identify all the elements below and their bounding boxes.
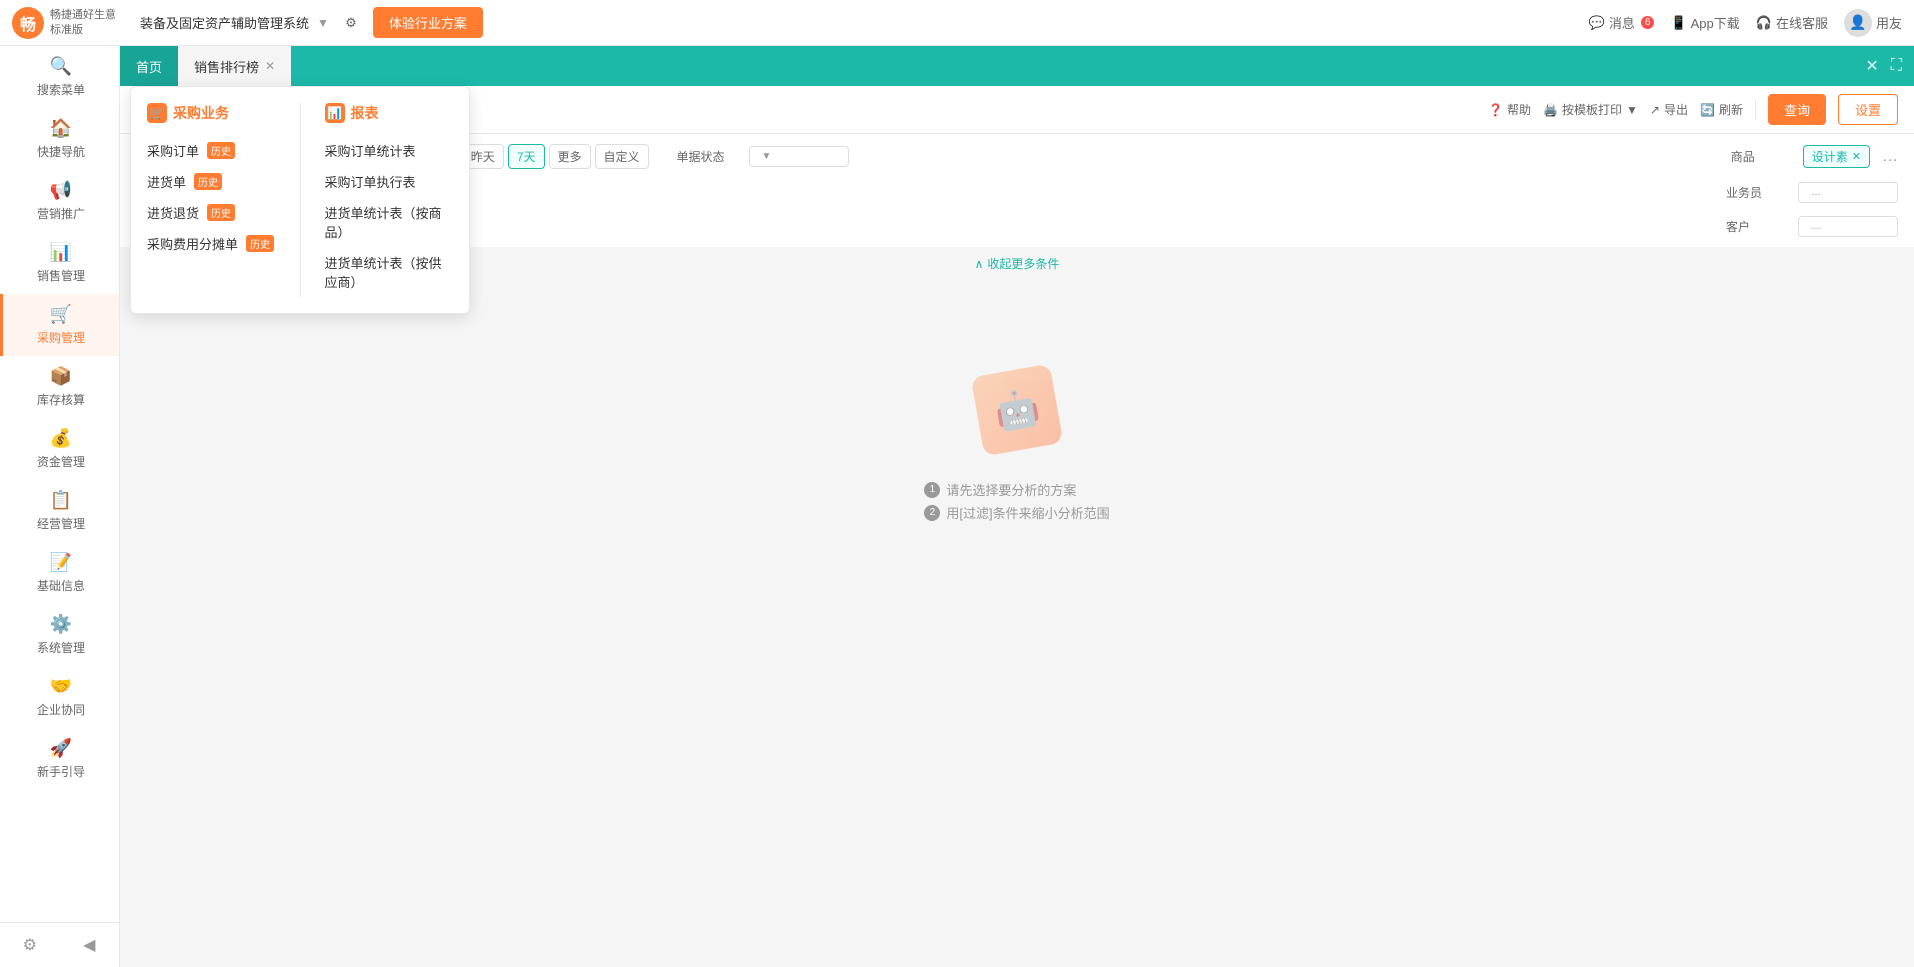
message-badge: 6	[1641, 16, 1655, 29]
history-badge-2: 历史	[194, 173, 222, 190]
tab-bar: 首页 销售排行榜 ✕ ✕ ⛶	[120, 46, 1914, 86]
sidebar-bottom: ⚙ ◀	[0, 922, 119, 967]
sidebar-item-system[interactable]: ⚙️ 系统管理	[0, 604, 119, 666]
system-title: 装备及固定资产辅助管理系统	[140, 13, 309, 32]
dropdown-item-inbound[interactable]: 进货单 历史	[147, 166, 276, 197]
history-badge-4: 历史	[246, 235, 274, 252]
report-col-title: 📊 报表	[325, 103, 454, 123]
report-col-icon: 📊	[325, 103, 345, 123]
sidebar: 🔍 搜索菜单 🏠 快捷导航 📢 营销推广 📊 销售管理 🛒 采购管理 📦 库存核…	[0, 46, 120, 967]
sidebar-item-finance[interactable]: 💰 资金管理	[0, 418, 119, 480]
online-service-btn[interactable]: 🎧 在线客服	[1756, 13, 1828, 32]
trial-button[interactable]: 体验行业方案	[373, 7, 483, 38]
sidebar-item-quick-nav[interactable]: 🏠 快捷导航	[0, 108, 119, 170]
dropdown-divider	[300, 103, 301, 297]
home-icon: 🏠	[50, 118, 72, 139]
phone-icon: 📱	[1670, 15, 1686, 31]
dropdown-menu: 🛒 采购业务 采购订单 历史 进货单 历史 进货退货 历史 采购费用分摊单 历史	[130, 86, 470, 314]
tab-sales-ranking[interactable]: 销售排行榜 ✕	[178, 46, 291, 86]
dropdown-item-purchase-order[interactable]: 采购订单 历史	[147, 135, 276, 166]
basic-icon: 📝	[50, 552, 72, 573]
finance-icon: 💰	[50, 428, 72, 449]
history-badge-3: 历史	[207, 204, 235, 221]
sidebar-item-basic[interactable]: 📝 基础信息	[0, 542, 119, 604]
header-right: 💬 消息 6 📱 App下载 🎧 在线客服 👤 用友	[1589, 9, 1902, 37]
sidebar-item-search[interactable]: 🔍 搜索菜单	[0, 46, 119, 108]
tab-expand-icon[interactable]: ⛶	[1887, 53, 1906, 79]
sidebar-item-inventory[interactable]: 📦 库存核算	[0, 356, 119, 418]
sidebar-item-marketing[interactable]: 📢 营销推广	[0, 170, 119, 232]
enterprise-icon: 🤝	[50, 676, 72, 697]
dropdown-item-return[interactable]: 进货退货 历史	[147, 197, 276, 228]
dropdown-item-expense[interactable]: 采购费用分摊单 历史	[147, 228, 276, 259]
system-dropdown-arrow[interactable]: ▼	[317, 16, 329, 30]
dropdown-item-order-stats[interactable]: 采购订单统计表	[325, 135, 454, 166]
operations-icon: 📋	[50, 490, 72, 511]
sidebar-item-purchase[interactable]: 🛒 采购管理	[0, 294, 119, 356]
dropdown-report-col: 📊 报表 采购订单统计表 采购订单执行表 进货单统计表（按商品） 进货单统计表（…	[325, 103, 454, 297]
logo-text: 畅捷通好生意 标准版	[50, 8, 116, 37]
dropdown-item-inbound-goods[interactable]: 进货单统计表（按商品）	[325, 197, 454, 247]
guide-icon: 🚀	[50, 738, 72, 759]
logo-icon: 畅	[12, 7, 44, 39]
sidebar-collapse-btn[interactable]: ◀	[60, 931, 120, 959]
purchase-col-icon: 🛒	[147, 103, 167, 123]
tab-home[interactable]: 首页	[120, 46, 178, 86]
sidebar-item-sales[interactable]: 📊 销售管理	[0, 232, 119, 294]
tab-close-all-icon[interactable]: ✕	[1861, 52, 1882, 80]
history-badge-1: 历史	[207, 142, 235, 159]
search-icon: 🔍	[50, 56, 72, 77]
headset-icon: 🎧	[1756, 15, 1772, 31]
system-icon: ⚙️	[50, 614, 72, 635]
dropdown-purchase-col: 🛒 采购业务 采购订单 历史 进货单 历史 进货退货 历史 采购费用分摊单 历史	[147, 103, 276, 297]
sidebar-item-operations[interactable]: 📋 经营管理	[0, 480, 119, 542]
inventory-icon: 📦	[50, 366, 72, 387]
marketing-icon: 📢	[50, 180, 72, 201]
user-btn[interactable]: 👤 用友	[1844, 9, 1902, 37]
sales-icon: 📊	[50, 242, 72, 263]
tab-close-icon[interactable]: ✕	[265, 59, 275, 73]
sidebar-item-enterprise[interactable]: 🤝 企业协同	[0, 666, 119, 728]
purchase-icon: 🛒	[50, 304, 72, 325]
dropdown-overlay[interactable]: 🛒 采购业务 采购订单 历史 进货单 历史 进货退货 历史 采购费用分摊单 历史	[120, 86, 1914, 967]
header-middle: 装备及固定资产辅助管理系统 ▼ ⚙ 体验行业方案	[132, 7, 1589, 38]
top-header: 畅 畅捷通好生意 标准版 装备及固定资产辅助管理系统 ▼ ⚙ 体验行业方案 💬 …	[0, 0, 1914, 46]
message-btn[interactable]: 💬 消息 6	[1589, 13, 1655, 32]
system-settings-btn[interactable]: ⚙	[337, 9, 365, 37]
dropdown-item-inbound-supplier[interactable]: 进货单统计表（按供应商）	[325, 247, 454, 297]
user-avatar: 👤	[1844, 9, 1872, 37]
sidebar-settings-btn[interactable]: ⚙	[0, 931, 60, 959]
sidebar-item-guide[interactable]: 🚀 新手引导	[0, 728, 119, 790]
dropdown-item-order-exec[interactable]: 采购订单执行表	[325, 166, 454, 197]
purchase-col-title: 🛒 采购业务	[147, 103, 276, 123]
logo-area: 畅 畅捷通好生意 标准版	[12, 7, 132, 39]
app-download-btn[interactable]: 📱 App下载	[1670, 13, 1739, 32]
message-icon: 💬	[1589, 15, 1605, 31]
tab-bar-right: ✕ ⛶	[1861, 52, 1914, 80]
